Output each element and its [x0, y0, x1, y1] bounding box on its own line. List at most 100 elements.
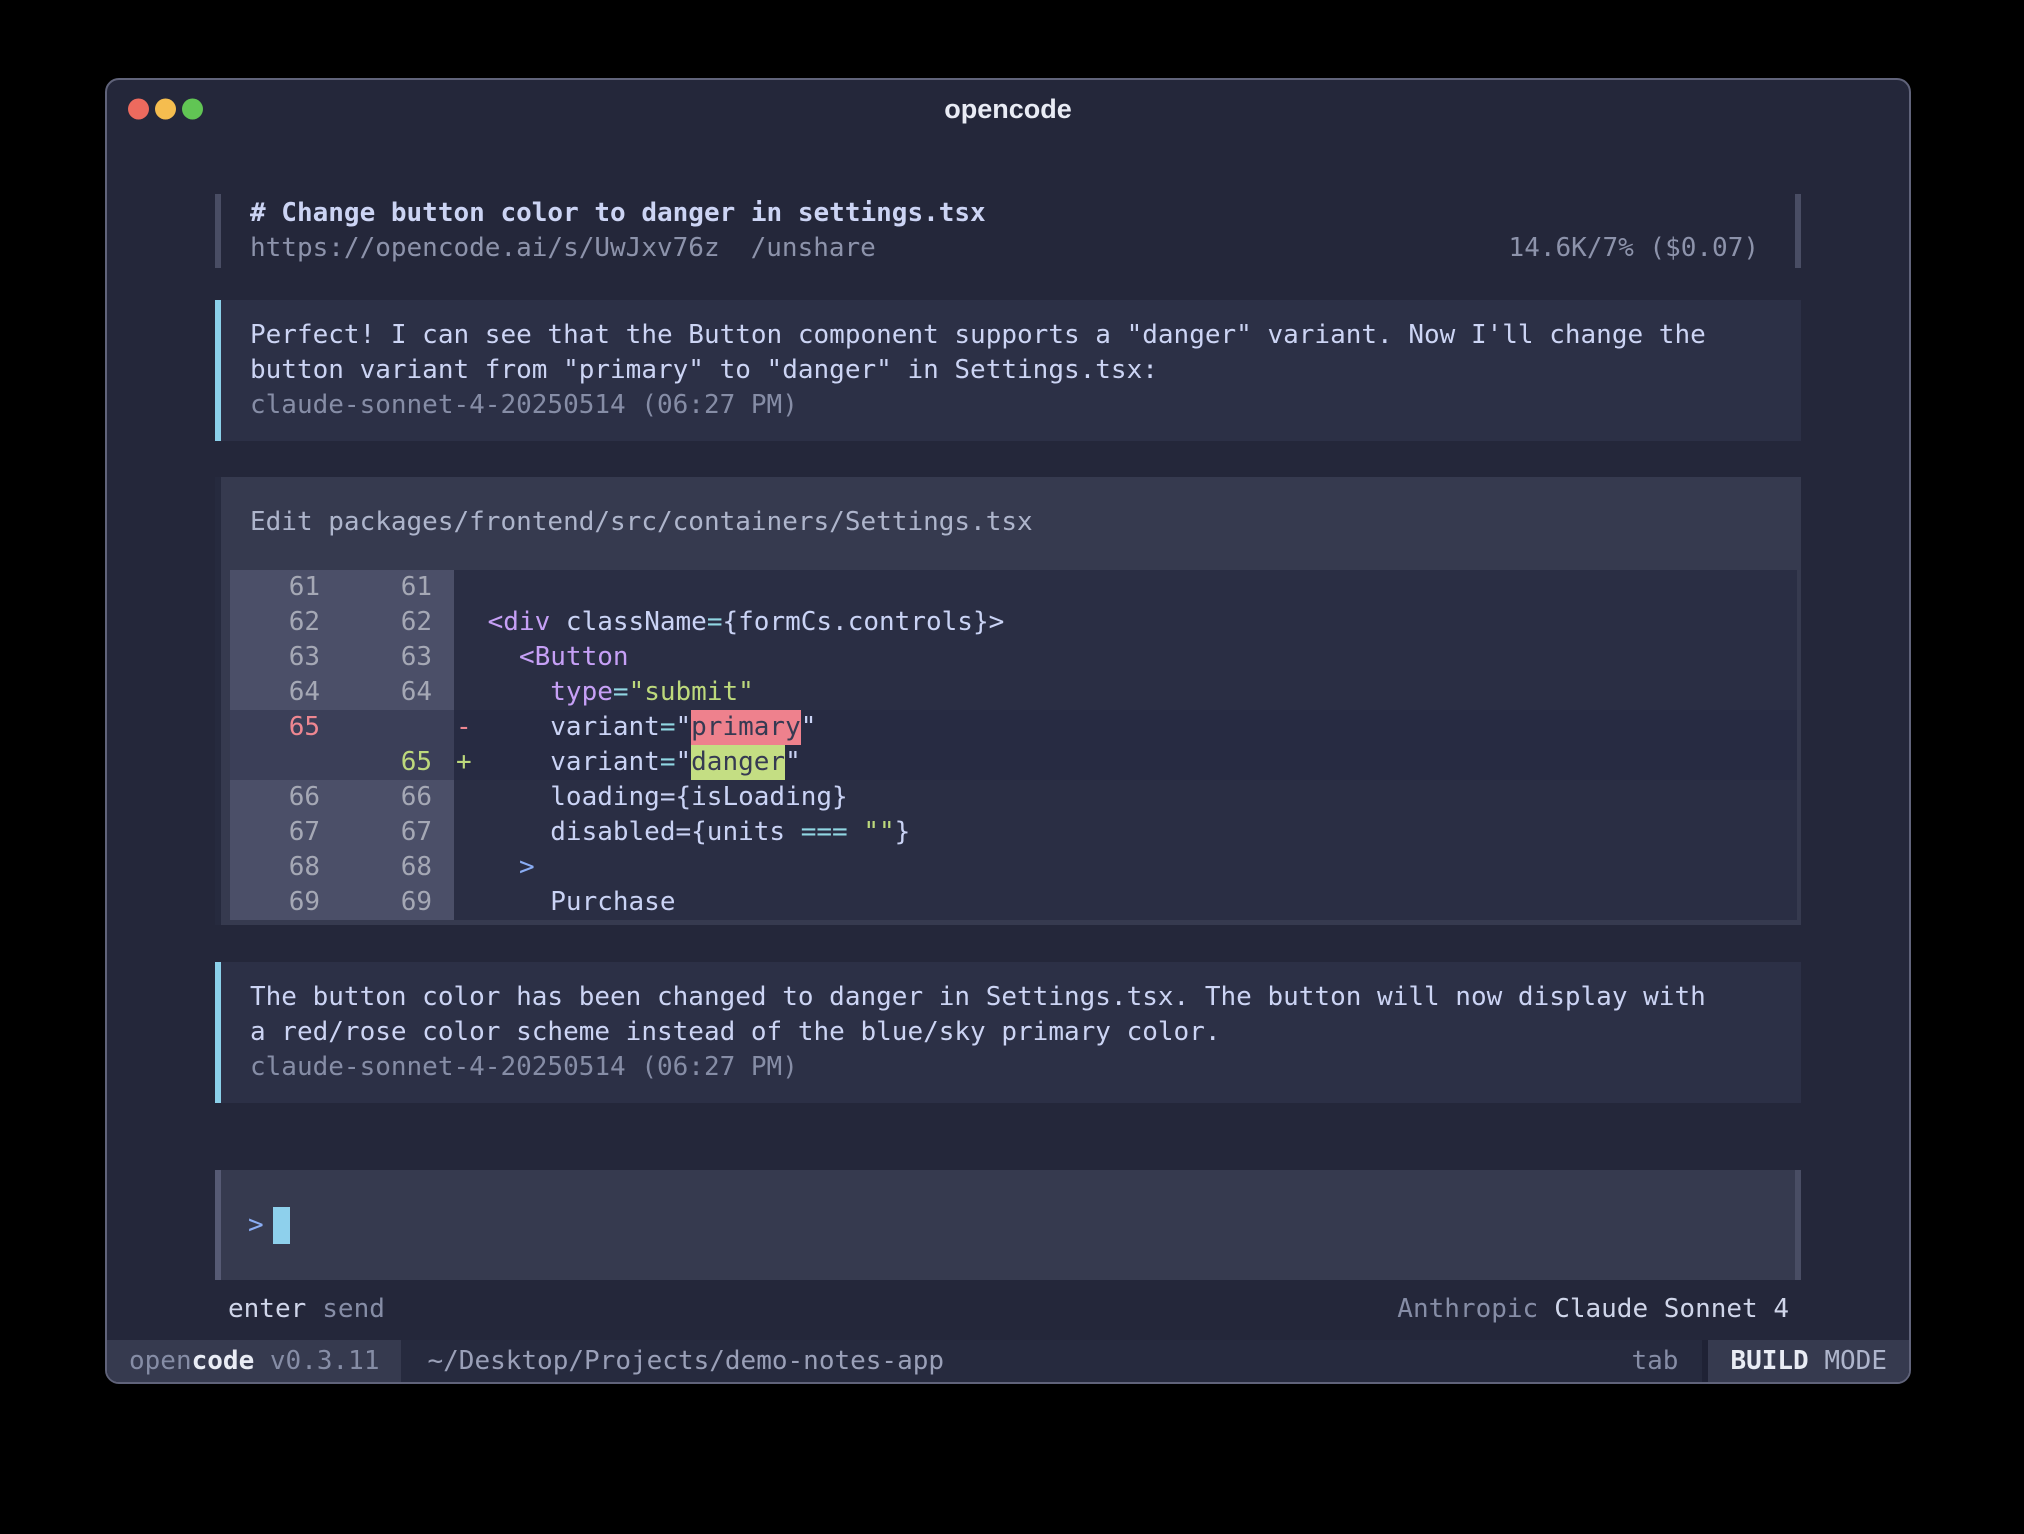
code-token: " [676, 745, 692, 780]
diff-code-line: + variant="danger" [454, 745, 1797, 780]
opencode-window: opencode # Change button color to danger… [105, 78, 1911, 1384]
diff-marker [454, 815, 472, 850]
mode-toggle[interactable]: BUILD MODE [1702, 1340, 1909, 1382]
code-token: "" [863, 815, 894, 850]
code-token: = [660, 745, 676, 780]
code-token: loading={isLoading} [472, 780, 848, 815]
code-token [472, 850, 519, 885]
text-cursor [273, 1207, 290, 1244]
assistant-message: The button color has been changed to dan… [215, 962, 1801, 1103]
code-token: disabled={units [472, 815, 801, 850]
status-bar: opencode v0.3.11 ~/Desktop/Projects/demo… [107, 1340, 1909, 1382]
code-token: " [801, 710, 817, 745]
diff-new-line-number: 66 [342, 780, 454, 815]
chat-input[interactable]: > [215, 1170, 1801, 1280]
session-subline: https://opencode.ai/s/UwJxv76z /unshare … [250, 231, 1759, 266]
zoom-button[interactable] [182, 99, 203, 120]
diff-old-line-number: 61 [230, 570, 342, 605]
diff-new-line-number: 64 [342, 675, 454, 710]
diff-new-line-number: 68 [342, 850, 454, 885]
mode-build-label: BUILD [1730, 1346, 1808, 1376]
main-content: # Change button color to danger in setti… [107, 138, 1909, 1340]
app-version-segment: opencode v0.3.11 [107, 1340, 401, 1382]
assistant-message: Perfect! I can see that the Button compo… [215, 300, 1801, 441]
code-token: variant [472, 745, 660, 780]
diff-code-line [454, 570, 1797, 605]
brand-open: open [129, 1346, 192, 1376]
code-token: primary [691, 710, 801, 745]
diff-old-line-number [230, 745, 342, 780]
code-token: > [519, 850, 535, 885]
diff-code-line: Purchase [454, 885, 1797, 920]
diff-old-line-number: 65 [230, 710, 342, 745]
diff-new-line-number [342, 710, 454, 745]
diff-old-line-number: 67 [230, 815, 342, 850]
diff-row: 6262 <div className={formCs.controls}> [230, 605, 1797, 640]
diff-marker [454, 675, 472, 710]
unshare-command[interactable]: /unshare [751, 231, 876, 266]
diff-new-line-number: 61 [342, 570, 454, 605]
code-token: } [895, 815, 911, 850]
share-url-link[interactable]: https://opencode.ai/s/UwJxv76z [250, 231, 720, 266]
diff-old-line-number: 69 [230, 885, 342, 920]
code-token [848, 815, 864, 850]
brand-code: code [192, 1346, 255, 1376]
window-title: opencode [944, 94, 1072, 125]
code-token: className [550, 605, 707, 640]
assistant-message-meta: claude-sonnet-4-20250514 (06:27 PM) [250, 1050, 1801, 1085]
session-title: # Change button color to danger in setti… [250, 196, 1759, 231]
diff-marker [454, 850, 472, 885]
code-token: = [707, 605, 723, 640]
code-token: = [660, 710, 676, 745]
diff-new-line-number: 62 [342, 605, 454, 640]
diff-new-line-number: 65 [342, 745, 454, 780]
model-label: Claude Sonnet 4 [1554, 1292, 1789, 1327]
token-usage: 14.6K/7% ($0.07) [1509, 231, 1759, 266]
code-token: " [785, 745, 801, 780]
code-token: <Button [519, 640, 629, 675]
input-hints-row: enter send Anthropic Claude Sonnet 4 [215, 1292, 1801, 1327]
close-button[interactable] [128, 99, 149, 120]
diff-row: 6767 disabled={units === ""} [230, 815, 1797, 850]
code-token: danger [691, 745, 785, 780]
diff-code-line: <div className={formCs.controls}> [454, 605, 1797, 640]
code-token: = [613, 675, 629, 710]
code-token [472, 675, 550, 710]
diff-old-line-number: 68 [230, 850, 342, 885]
diff-marker: + [454, 745, 472, 780]
diff-marker: - [454, 710, 472, 745]
diff-marker [454, 605, 472, 640]
enter-key-hint: enter [228, 1292, 306, 1327]
working-directory: ~/Desktop/Projects/demo-notes-app [427, 1340, 944, 1382]
diff: 61616262 <div className={formCs.controls… [230, 570, 1797, 920]
diff-row: 6363 <Button [230, 640, 1797, 675]
diff-old-line-number: 66 [230, 780, 342, 815]
diff-code-line: > [454, 850, 1797, 885]
diff-code-line: - variant="primary" [454, 710, 1797, 745]
assistant-message-text: Perfect! I can see that the Button compo… [250, 318, 1801, 388]
diff-old-line-number: 62 [230, 605, 342, 640]
diff-code-line: disabled={units === ""} [454, 815, 1797, 850]
mode-mode-label: MODE [1809, 1346, 1887, 1376]
diff-marker [454, 885, 472, 920]
code-token: "submit" [629, 675, 754, 710]
traffic-lights [128, 99, 203, 120]
code-token: {formCs.controls}> [722, 605, 1004, 640]
diff-code-line: <Button [454, 640, 1797, 675]
assistant-message-text: The button color has been changed to dan… [250, 980, 1801, 1050]
diff-marker [454, 640, 472, 675]
diff-code-line: loading={isLoading} [454, 780, 1797, 815]
diff-row: 6666 loading={isLoading} [230, 780, 1797, 815]
provider-label: Anthropic [1397, 1292, 1538, 1327]
diff-row: 6868 > [230, 850, 1797, 885]
assistant-message-meta: claude-sonnet-4-20250514 (06:27 PM) [250, 388, 1801, 423]
diff-old-line-number: 63 [230, 640, 342, 675]
diff-row: 65+ variant="danger" [230, 745, 1797, 780]
code-token: variant [472, 710, 660, 745]
code-token: <div [488, 605, 551, 640]
footer-spacer [385, 1292, 1397, 1327]
code-token [472, 605, 488, 640]
send-hint-label: send [322, 1292, 385, 1327]
minimize-button[interactable] [155, 99, 176, 120]
app-version: v0.3.11 [254, 1346, 379, 1376]
